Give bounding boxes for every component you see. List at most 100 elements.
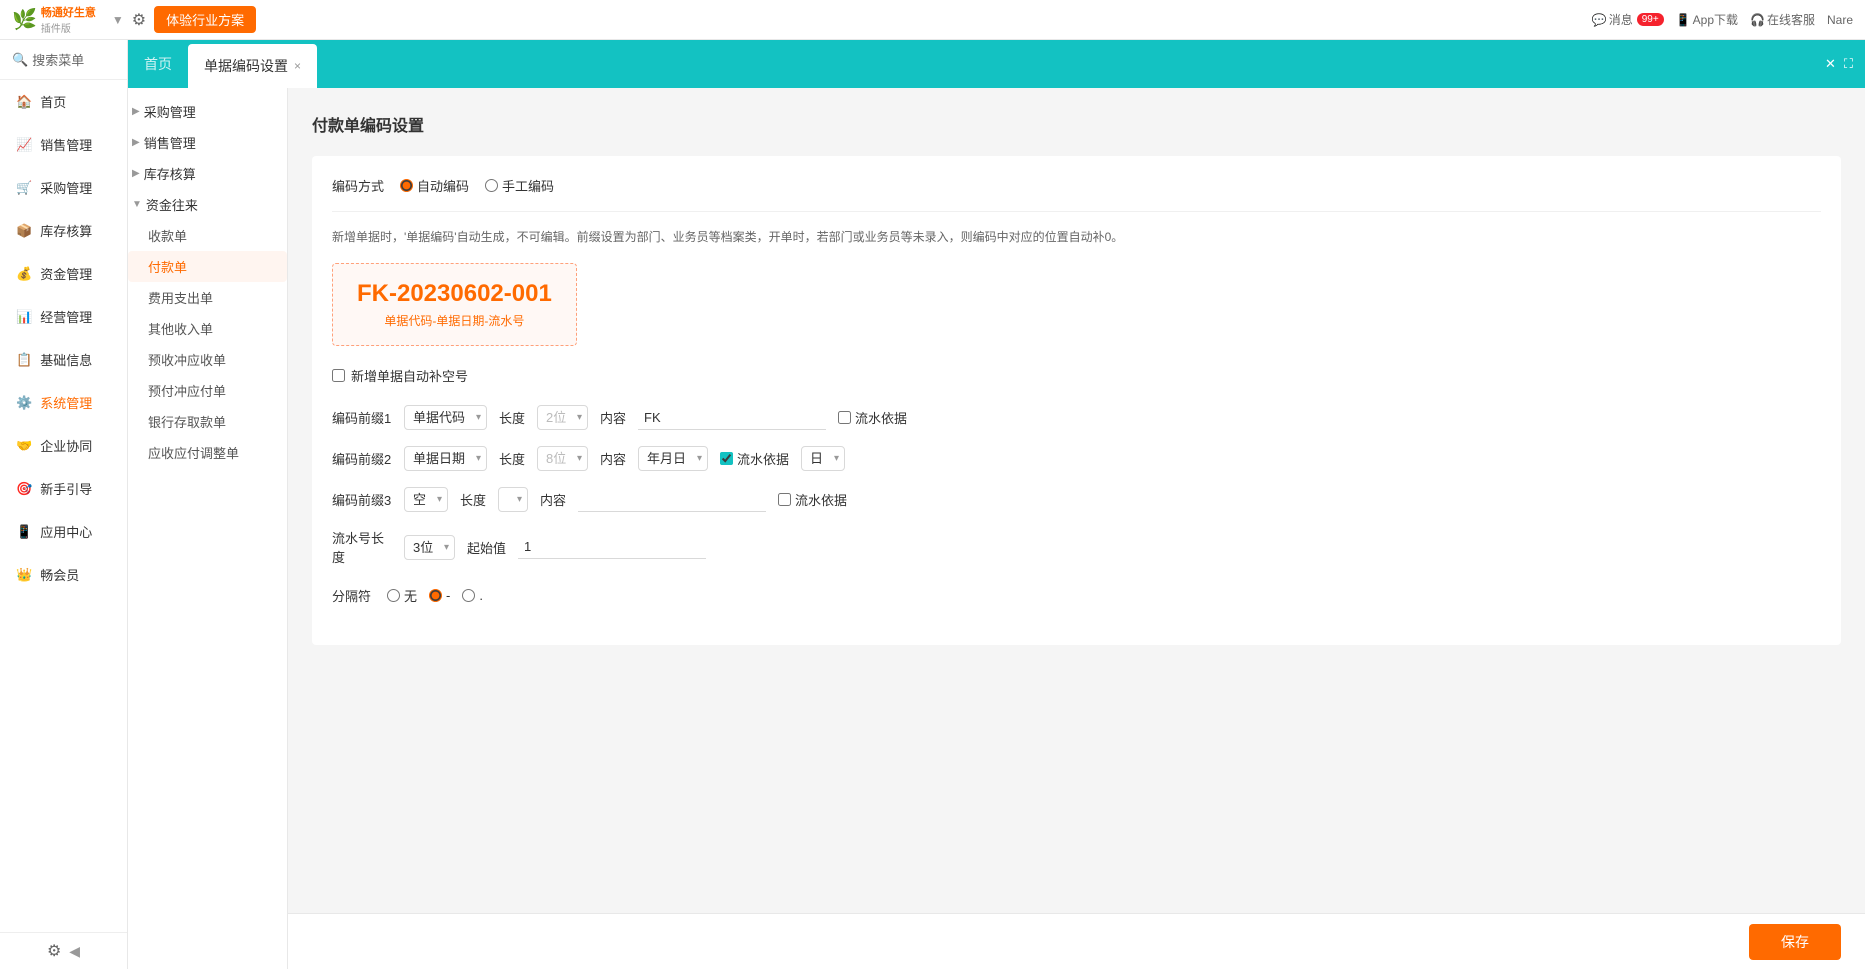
prefix2-row: 编码前缀2 单据日期 长度 8位: [332, 446, 1821, 471]
prefix2-select[interactable]: 单据日期: [404, 446, 487, 471]
logo: 🌿 畅通好生意 插件版: [12, 4, 96, 35]
sidebar-item-adjustment[interactable]: 应收应付调整单: [128, 437, 287, 468]
sidebar-item-finance[interactable]: 💰 资金管理: [0, 252, 127, 295]
sidebar-item-inventory[interactable]: 📦 库存核算: [0, 209, 127, 252]
tab-close-icon[interactable]: ×: [294, 59, 301, 73]
sidebar-item-expense[interactable]: 费用支出单: [128, 282, 287, 313]
collapse-icon[interactable]: ◀: [69, 943, 80, 960]
sidebar-item-member[interactable]: 👑 畅会员: [0, 553, 127, 596]
sidebar-item-operations[interactable]: 📊 经营管理: [0, 295, 127, 338]
start-value-input[interactable]: [518, 535, 706, 559]
prefix2-serial-checkbox[interactable]: [720, 452, 733, 465]
tab-expand-icon[interactable]: ⛶: [1844, 56, 1853, 72]
sep-dash-radio[interactable]: -: [429, 588, 450, 603]
separator-row: 分隔符 无 -: [332, 586, 1821, 605]
prefix3-select[interactable]: 空: [404, 487, 448, 512]
prefix3-length-select[interactable]: [498, 487, 528, 512]
sidebar-item-purchase[interactable]: 🛒 采购管理: [0, 166, 127, 209]
sidebar-item-bank[interactable]: 银行存取款单: [128, 406, 287, 437]
settings-bottom-icon[interactable]: ⚙: [47, 941, 61, 961]
sidebar-item-prepay-payable[interactable]: 预付冲应付单: [128, 375, 287, 406]
settings-card: 编码方式 自动编码 手工编码: [312, 156, 1841, 645]
sidebar-item-basic[interactable]: 📋 基础信息: [0, 338, 127, 381]
system-icon: ⚙️: [16, 395, 32, 411]
enterprise-icon: 🤝: [16, 438, 32, 454]
app-download-btn[interactable]: 📱 App下载: [1676, 11, 1738, 28]
section-fund: ▼ 资金往来 收款单 付款单 费用支出单 其他收入单 预收冲应收单 预付冲应付单…: [128, 189, 287, 468]
finance-icon: 💰: [16, 266, 32, 282]
tab-bar-controls: ✕ ⛶: [1825, 56, 1865, 72]
prefix2-day-select[interactable]: 日: [801, 446, 845, 471]
sidebar-item-newbie[interactable]: 🎯 新手引导: [0, 467, 127, 510]
prefix1-select-wrapper[interactable]: 单据代码: [404, 405, 487, 430]
tab-close-all-icon[interactable]: ✕: [1825, 56, 1836, 72]
prefix2-length-select[interactable]: 8位: [537, 446, 588, 471]
sep-dot-radio[interactable]: .: [462, 588, 483, 603]
sep-none-radio[interactable]: 无: [387, 586, 417, 605]
sidebar-item-sales[interactable]: 📈 销售管理: [0, 123, 127, 166]
prefix2-select-wrapper[interactable]: 单据日期: [404, 446, 487, 471]
prefix1-content-input[interactable]: [638, 406, 826, 430]
sidebar-item-system[interactable]: ⚙️ 系统管理: [0, 381, 127, 424]
prefix1-length-wrapper[interactable]: 2位: [537, 405, 588, 430]
manual-radio[interactable]: 手工编码: [485, 176, 554, 195]
sidebar-item-payment[interactable]: 付款单: [128, 251, 287, 282]
trial-btn[interactable]: 体验行业方案: [154, 6, 256, 33]
separator-options: 无 - .: [387, 586, 483, 605]
message-icon: 💬: [1592, 13, 1607, 27]
auto-fill-checkbox[interactable]: [332, 369, 345, 382]
chevron-right-icon: ▶: [132, 137, 140, 148]
serial-row: 流水号长度 3位 起始值: [332, 528, 1821, 566]
sidebar-bottom: ⚙ ◀: [0, 932, 127, 969]
prefix3-row: 编码前缀3 空 长度: [332, 487, 1821, 512]
sidebar-item-receipt[interactable]: 收款单: [128, 220, 287, 251]
prefix2-serial-label[interactable]: 流水依据: [720, 449, 789, 468]
prefix3-select-wrapper[interactable]: 空: [404, 487, 448, 512]
sidebar-item-prepay-receivable[interactable]: 预收冲应收单: [128, 344, 287, 375]
prefix2-length-wrapper[interactable]: 8位: [537, 446, 588, 471]
inventory-icon: 📦: [16, 223, 32, 239]
page-footer: 保存: [288, 913, 1865, 969]
section-inventory-title[interactable]: ▶ 库存核算: [128, 158, 287, 189]
auto-radio[interactable]: 自动编码: [400, 176, 469, 195]
basic-icon: 📋: [16, 352, 32, 368]
prefix3-length-wrapper[interactable]: [498, 487, 528, 512]
main-content: 付款单编码设置 编码方式 自动编码: [288, 88, 1865, 913]
prefix3-content-input[interactable]: [578, 488, 766, 512]
settings-icon[interactable]: ⚙: [132, 10, 146, 30]
prefix2-content-wrapper[interactable]: 年月日: [638, 446, 708, 471]
encoding-method-row: 编码方式 自动编码 手工编码: [332, 176, 1821, 212]
serial-length-select[interactable]: 3位: [404, 535, 455, 560]
section-fund-title[interactable]: ▼ 资金往来: [128, 189, 287, 220]
prefix1-length-select[interactable]: 2位: [537, 405, 588, 430]
sidebar-item-home[interactable]: 🏠 首页: [0, 80, 127, 123]
prefix2-day-wrapper[interactable]: 日: [801, 446, 845, 471]
search-menu-wrapper[interactable]: 🔍 搜索菜单: [0, 40, 127, 80]
top-nav-dropdown[interactable]: ▼: [112, 13, 124, 27]
tab-home[interactable]: 首页: [128, 40, 188, 88]
preview-desc: 单据代码-单据日期-流水号: [357, 312, 552, 329]
section-sales-title[interactable]: ▶ 销售管理: [128, 127, 287, 158]
prefix1-serial-checkbox[interactable]: [838, 411, 851, 424]
member-icon: 👑: [16, 567, 32, 583]
preview-box: FK-20230602-001 单据代码-单据日期-流水号: [332, 263, 577, 346]
prefix2-content-select[interactable]: 年月日: [638, 446, 708, 471]
prefix3-serial-checkbox[interactable]: [778, 493, 791, 506]
user-avatar[interactable]: Nare: [1827, 13, 1853, 27]
tip-text: 新增单据时，'单据编码'自动生成，不可编辑。前缀设置为部门、业务员等档案类，开单…: [332, 228, 1821, 247]
message-btn[interactable]: 💬 消息 99+: [1592, 11, 1664, 28]
sidebar-narrow: 🔍 搜索菜单 🏠 首页 📈 销售管理 🛒 采购管理 📦 库存核算 💰 资金管理 …: [0, 40, 128, 969]
prefix1-select[interactable]: 单据代码: [404, 405, 487, 430]
section-inventory: ▶ 库存核算: [128, 158, 287, 189]
sidebar-item-other-income[interactable]: 其他收入单: [128, 313, 287, 344]
tab-settings[interactable]: 单据编码设置 ×: [188, 44, 317, 88]
search-menu[interactable]: 🔍 搜索菜单: [12, 50, 115, 69]
section-purchase: ▶ 采购管理: [128, 96, 287, 127]
serial-length-wrapper[interactable]: 3位: [404, 535, 455, 560]
save-button[interactable]: 保存: [1749, 924, 1841, 960]
newbie-icon: 🎯: [16, 481, 32, 497]
online-service-btn[interactable]: 🎧 在线客服: [1750, 11, 1815, 28]
section-purchase-title[interactable]: ▶ 采购管理: [128, 96, 287, 127]
sidebar-item-enterprise[interactable]: 🤝 企业协同: [0, 424, 127, 467]
sidebar-item-app[interactable]: 📱 应用中心: [0, 510, 127, 553]
